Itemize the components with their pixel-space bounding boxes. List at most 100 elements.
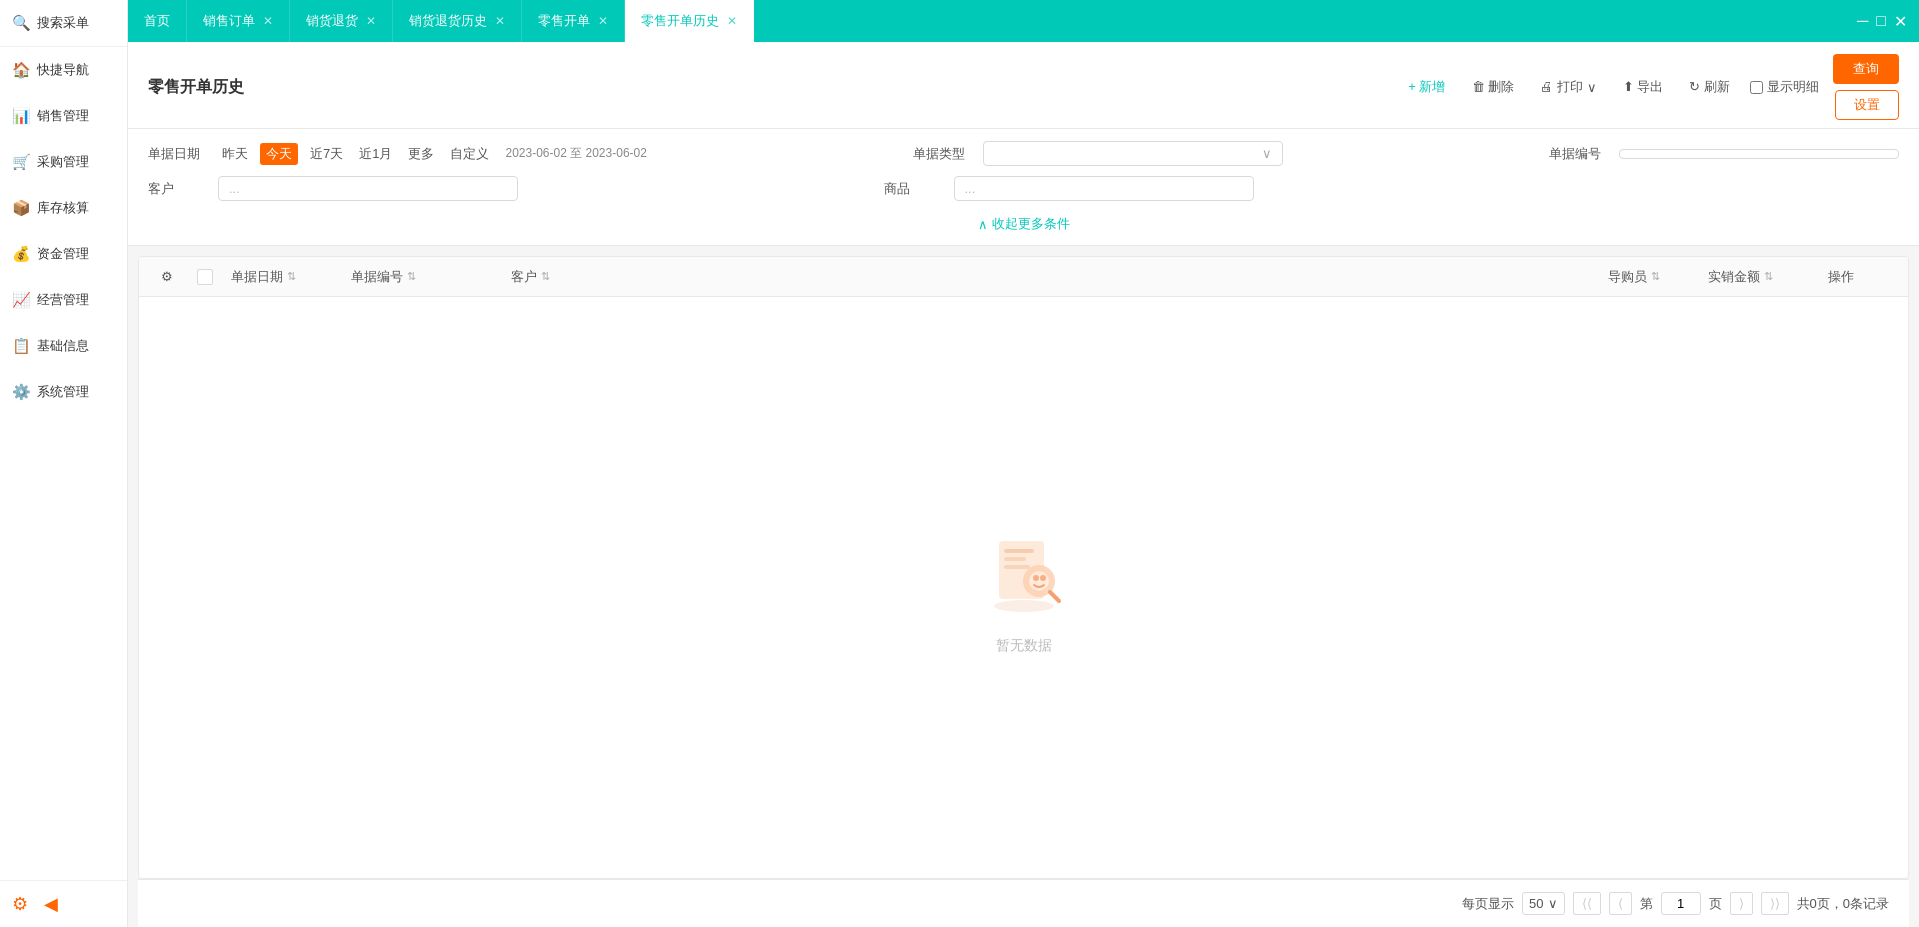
search-icon: 🔍 bbox=[12, 14, 31, 32]
svg-rect-4 bbox=[1004, 565, 1030, 569]
query-button[interactable]: 查询 bbox=[1833, 54, 1899, 84]
top-nav: 首页 销售订单 ✕ 销货退货 ✕ 销货退货历史 ✕ 零售开单 ✕ 零售开单历史 … bbox=[128, 0, 1919, 42]
date-custom[interactable]: 自定义 bbox=[446, 143, 493, 165]
per-page-arrow-icon: ∨ bbox=[1548, 896, 1558, 911]
sidebar-item-finance[interactable]: 💰 资金管理 bbox=[0, 231, 127, 277]
date-more[interactable]: 更多 bbox=[404, 143, 438, 165]
doc-type-select[interactable]: ∨ bbox=[983, 141, 1283, 166]
settings-icon[interactable]: ⚙ bbox=[12, 893, 28, 915]
sidebar-item-sales-mgmt[interactable]: 📊 销售管理 bbox=[0, 93, 127, 139]
sidebar-item-label: 快捷导航 bbox=[37, 61, 89, 79]
sidebar-item-operations[interactable]: 📈 经营管理 bbox=[0, 277, 127, 323]
sort-customer-icon: ⇅ bbox=[541, 270, 550, 283]
finance-icon: 💰 bbox=[12, 245, 31, 263]
tab-sales-order-close[interactable]: ✕ bbox=[263, 14, 273, 28]
sort-date-icon: ⇅ bbox=[287, 270, 296, 283]
tab-retail-open-label: 零售开单 bbox=[538, 12, 590, 30]
minimize-icon[interactable]: ─ bbox=[1857, 12, 1868, 30]
total-records: 共0页，0条记录 bbox=[1797, 895, 1889, 913]
window-close-icon[interactable]: ✕ bbox=[1894, 12, 1907, 31]
next-page-button[interactable]: ⟩ bbox=[1730, 892, 1753, 915]
home-icon: 🏠 bbox=[12, 61, 31, 79]
toolbar: + 新增 🗑 删除 🖨 打印 ∨ ⬆ 导出 ↻ 刷新 显示明细 查询 设置 bbox=[1402, 54, 1899, 120]
window-controls: ─ □ ✕ bbox=[1857, 12, 1919, 31]
display-cols-label: 显示明细 bbox=[1767, 78, 1819, 96]
th-check[interactable] bbox=[187, 269, 223, 285]
sidebar-item-quick-nav[interactable]: 🏠 快捷导航 bbox=[0, 47, 127, 93]
tab-sales-return-close[interactable]: ✕ bbox=[366, 14, 376, 28]
per-page-select[interactable]: 50 ∨ bbox=[1522, 892, 1564, 915]
tab-sales-return-history[interactable]: 销货退货历史 ✕ bbox=[393, 0, 522, 42]
tab-retail-open-close[interactable]: ✕ bbox=[598, 14, 608, 28]
print-button[interactable]: 🖨 打印 ∨ bbox=[1534, 74, 1603, 100]
print-arrow-icon: ∨ bbox=[1587, 80, 1597, 95]
goods-input[interactable]: ... bbox=[954, 176, 1254, 201]
basic-info-icon: 📋 bbox=[12, 337, 31, 355]
tab-retail-history[interactable]: 零售开单历史 ✕ bbox=[625, 0, 754, 42]
pagination: 每页显示 50 ∨ ⟨⟨ ⟨ 第 页 ⟩ ⟩⟩ 共0页，0条记录 bbox=[138, 879, 1909, 927]
th-settings[interactable]: ⚙ bbox=[147, 269, 187, 284]
svg-rect-3 bbox=[1004, 557, 1026, 561]
first-page-button[interactable]: ⟨⟨ bbox=[1573, 892, 1601, 915]
delete-button[interactable]: 🗑 删除 bbox=[1466, 74, 1521, 100]
table-header: ⚙ 单据日期 ⇅ 单据编号 ⇅ 客户 ⇅ 导购员 bbox=[139, 257, 1908, 297]
page-content: 零售开单历史 + 新增 🗑 删除 🖨 打印 ∨ ⬆ 导出 ↻ 刷新 显示明细 查… bbox=[128, 42, 1919, 927]
header-checkbox[interactable] bbox=[197, 269, 213, 285]
th-action-label: 操作 bbox=[1828, 268, 1854, 286]
th-guide[interactable]: 导购员 ⇅ bbox=[1600, 268, 1700, 286]
collapse-filter-btn[interactable]: ∧ 收起更多条件 bbox=[148, 211, 1899, 233]
filter-row-date: 单据日期 昨天 今天 近7天 近1月 更多 自定义 2023-06-02 至 2… bbox=[148, 141, 1899, 166]
th-amount[interactable]: 实销金额 ⇅ bbox=[1700, 268, 1820, 286]
tab-retail-open[interactable]: 零售开单 ✕ bbox=[522, 0, 625, 42]
sidebar-item-label: 系统管理 bbox=[37, 383, 89, 401]
date-yesterday[interactable]: 昨天 bbox=[218, 143, 252, 165]
page-title: 零售开单历史 bbox=[148, 77, 244, 98]
customer-placeholder: ... bbox=[229, 181, 240, 196]
page-number-input[interactable] bbox=[1661, 892, 1701, 915]
sidebar-item-label: 基础信息 bbox=[37, 337, 89, 355]
th-amount-label: 实销金额 bbox=[1708, 268, 1760, 286]
per-page-value: 50 bbox=[1529, 896, 1543, 911]
restore-icon[interactable]: □ bbox=[1876, 12, 1886, 30]
tab-sales-return-history-close[interactable]: ✕ bbox=[495, 14, 505, 28]
tab-sales-order[interactable]: 销售订单 ✕ bbox=[187, 0, 290, 42]
doc-no-input[interactable] bbox=[1619, 149, 1899, 159]
tab-home-label: 首页 bbox=[144, 12, 170, 30]
add-button[interactable]: + 新增 bbox=[1402, 74, 1451, 100]
th-customer[interactable]: 客户 ⇅ bbox=[503, 268, 1600, 286]
date-today[interactable]: 今天 bbox=[260, 143, 298, 165]
table-settings-icon: ⚙ bbox=[161, 269, 173, 284]
sidebar-search[interactable]: 🔍 搜索采单 bbox=[0, 0, 127, 47]
th-customer-label: 客户 bbox=[511, 268, 537, 286]
date-last7[interactable]: 近7天 bbox=[306, 143, 347, 165]
th-no-label: 单据编号 bbox=[351, 268, 403, 286]
sort-no-icon: ⇅ bbox=[407, 270, 416, 283]
sidebar-item-sys-mgmt[interactable]: ⚙️ 系统管理 bbox=[0, 369, 127, 415]
th-no[interactable]: 单据编号 ⇅ bbox=[343, 268, 503, 286]
date-last-month[interactable]: 近1月 bbox=[355, 143, 396, 165]
sidebar-item-purchase-mgmt[interactable]: 🛒 采购管理 bbox=[0, 139, 127, 185]
tab-home[interactable]: 首页 bbox=[128, 0, 187, 42]
sidebar-search-label: 搜索采单 bbox=[37, 14, 89, 32]
display-cols-toggle[interactable]: 显示明细 bbox=[1750, 78, 1819, 96]
display-cols-checkbox[interactable] bbox=[1750, 81, 1763, 94]
last-page-button[interactable]: ⟩⟩ bbox=[1761, 892, 1789, 915]
th-action: 操作 bbox=[1820, 268, 1900, 286]
inventory-icon: 📦 bbox=[12, 199, 31, 217]
sidebar-bottom: ⚙ ◀ bbox=[0, 880, 127, 927]
sort-amount-icon: ⇅ bbox=[1764, 270, 1773, 283]
th-date[interactable]: 单据日期 ⇅ bbox=[223, 268, 343, 286]
filter-area: 单据日期 昨天 今天 近7天 近1月 更多 自定义 2023-06-02 至 2… bbox=[128, 129, 1919, 246]
sidebar-item-basic-info[interactable]: 📋 基础信息 bbox=[0, 323, 127, 369]
customer-input[interactable]: ... bbox=[218, 176, 518, 201]
tab-retail-history-close[interactable]: ✕ bbox=[727, 14, 737, 28]
refresh-button[interactable]: ↻ 刷新 bbox=[1683, 74, 1736, 100]
tab-sales-return[interactable]: 销货退货 ✕ bbox=[290, 0, 393, 42]
sidebar-item-inventory[interactable]: 📦 库存核算 bbox=[0, 185, 127, 231]
settings-button[interactable]: 设置 bbox=[1835, 90, 1899, 120]
collapse-sidebar-icon[interactable]: ◀ bbox=[44, 893, 58, 915]
date-range-display: 2023-06-02 至 2023-06-02 bbox=[505, 145, 646, 162]
sidebar-item-label: 销售管理 bbox=[37, 107, 89, 125]
prev-page-button[interactable]: ⟨ bbox=[1609, 892, 1632, 915]
export-button[interactable]: ⬆ 导出 bbox=[1617, 74, 1670, 100]
